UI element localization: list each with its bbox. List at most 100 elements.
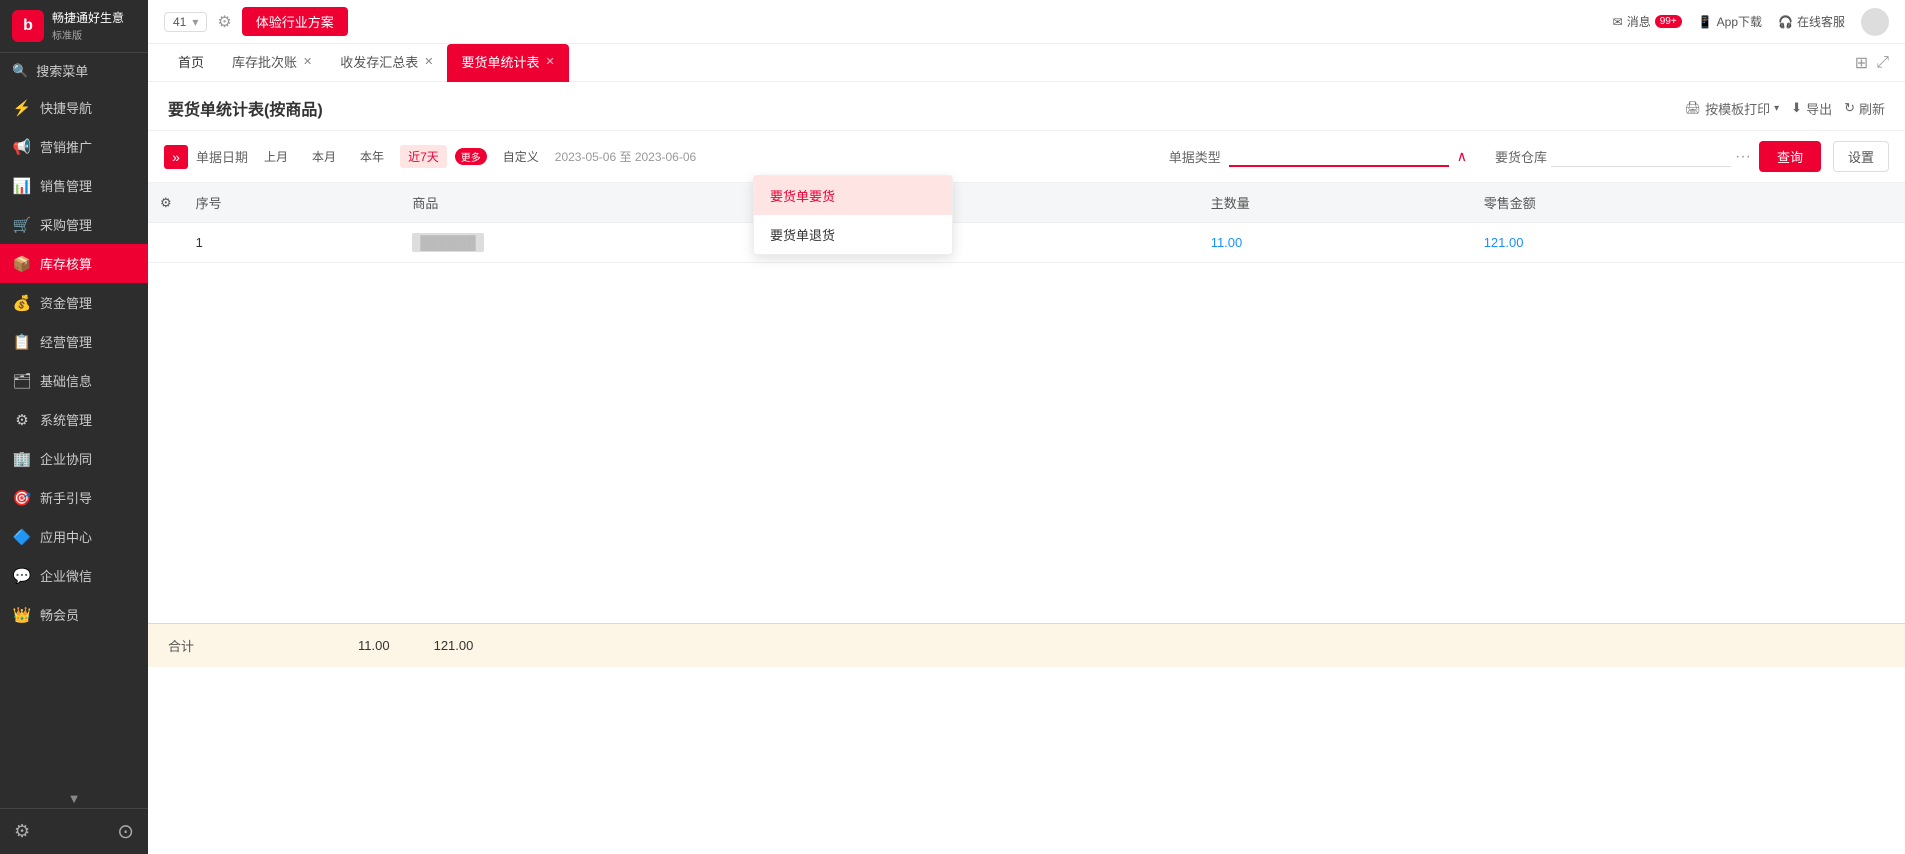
operations-icon: 📋 (12, 333, 32, 351)
query-btn[interactable]: 查询 (1759, 141, 1821, 172)
date-more-badge[interactable]: 更多 (455, 148, 487, 165)
tab-collect-summary[interactable]: 收发存汇总表 ✕ (326, 44, 447, 82)
search-icon: 🔍 (12, 63, 28, 79)
search-label: 搜索菜单 (36, 61, 88, 80)
sidebar-item-marketing[interactable]: 📢 营销推广 (0, 127, 148, 166)
company-selector[interactable]: 41 ▾ (164, 12, 207, 32)
sidebar-item-operations[interactable]: 📋 经营管理 (0, 322, 148, 361)
marketing-label: 营销推广 (40, 137, 92, 156)
type-filter-input[interactable] (1229, 146, 1449, 167)
tab-home[interactable]: 首页 (164, 44, 218, 82)
dropdown-item-order-return-label: 要货单退货 (770, 228, 835, 243)
date-btn-custom[interactable]: 自定义 (495, 145, 547, 168)
tab-order-stats[interactable]: 要货单统计表 ✕ (447, 44, 568, 82)
app-download-btn[interactable]: 📱 App下载 (1698, 13, 1762, 30)
sidebar-scroll-down[interactable]: ▼ (0, 788, 148, 808)
message-icon: ✉ (1613, 15, 1623, 29)
search-menu[interactable]: 🔍 搜索菜单 (0, 53, 148, 88)
table-cell-amount[interactable]: 121.00 (1472, 223, 1801, 263)
tab-fullscreen-icon[interactable]: ⤢ (1876, 54, 1889, 72)
system-icon: ⚙ (12, 411, 32, 429)
app-logo: b 畅捷通好生意 标准版 (0, 0, 148, 53)
dropdown-item-order-goods-label: 要货单要货 (770, 189, 835, 204)
online-service-label: 在线客服 (1797, 13, 1845, 30)
warehouse-filter-input[interactable] (1551, 147, 1731, 167)
type-filter-label: 单据类型 (1169, 147, 1221, 166)
enterprise-icon: 🏢 (12, 450, 32, 468)
app-download-icon: 📱 (1698, 15, 1713, 29)
sidebar-footer: ⚙ ⊙ (0, 808, 148, 854)
page-actions: 🖨 按模板打印 ▾ ⬇ 导出 ↻ 刷新 (1685, 99, 1885, 118)
filter-expand-icon: » (172, 149, 180, 165)
table-col-extra (1801, 183, 1905, 223)
sidebar-item-app-center[interactable]: 🔷 应用中心 (0, 517, 148, 556)
table-col-qty: 主数量 (1199, 183, 1472, 223)
tab-collect-summary-close[interactable]: ✕ (424, 55, 433, 68)
company-chevron-icon: ▾ (192, 15, 198, 29)
quick-nav-icon: ⚡ (12, 99, 32, 117)
vip-label: 畅会员 (40, 605, 79, 624)
sidebar-item-vip[interactable]: 👑 畅会员 (0, 595, 148, 634)
operations-label: 经营管理 (40, 332, 92, 351)
app-download-label: App下载 (1717, 13, 1762, 30)
vip-icon: 👑 (12, 606, 32, 624)
tab-expand-icon[interactable]: ⊞ (1855, 53, 1868, 73)
tab-inventory-batch[interactable]: 库存批次账 ✕ (218, 44, 326, 82)
tab-inventory-batch-close[interactable]: ✕ (303, 55, 312, 68)
date-btn-year[interactable]: 本年 (352, 145, 392, 168)
purchase-label: 采购管理 (40, 215, 92, 234)
app-subtitle: 标准版 (52, 27, 124, 42)
guide-icon: 🎯 (12, 489, 32, 507)
summary-label: 合计 (168, 636, 194, 655)
inventory-label: 库存核算 (40, 254, 92, 273)
trial-btn[interactable]: 体验行业方案 (242, 7, 348, 36)
topbar-left: 41 ▾ ⚙ 体验行业方案 (164, 7, 1613, 36)
sidebar-nav: ⚡ 快捷导航 📢 营销推广 📊 销售管理 🛒 采购管理 📦 库存核算 💰 资金管… (0, 88, 148, 788)
refresh-btn[interactable]: ↻ 刷新 (1844, 99, 1885, 118)
app-center-label: 应用中心 (40, 527, 92, 546)
inventory-icon: 📦 (12, 255, 32, 273)
tabbar-right: ⊞ ⤢ (1855, 53, 1889, 73)
table-cell-qty[interactable]: 11.00 (1199, 223, 1472, 263)
message-count-badge: 99+ (1655, 15, 1682, 28)
sidebar-item-quick-nav[interactable]: ⚡ 快捷导航 (0, 88, 148, 127)
print-btn[interactable]: 🖨 按模板打印 ▾ (1685, 99, 1780, 118)
date-btn-7days[interactable]: 近7天 (400, 145, 447, 168)
dropdown-item-order-goods[interactable]: 要货单要货 (754, 176, 952, 215)
date-filter-label: 单据日期 (196, 147, 248, 166)
date-btn-up[interactable]: 上月 (256, 145, 296, 168)
dropdown-item-order-return[interactable]: 要货单退货 (754, 215, 952, 254)
online-service-icon: 🎧 (1778, 15, 1793, 29)
table-col-gear[interactable]: ⚙ (148, 183, 184, 223)
avatar[interactable] (1861, 8, 1889, 36)
sidebar-item-inventory[interactable]: 📦 库存核算 (0, 244, 148, 283)
message-btn[interactable]: ✉ 消息 99+ (1613, 13, 1682, 30)
sidebar-item-system[interactable]: ⚙ 系统管理 (0, 400, 148, 439)
sidebar-item-basic-info[interactable]: 🗂 基础信息 (0, 361, 148, 400)
sales-label: 销售管理 (40, 176, 92, 195)
tab-order-stats-close[interactable]: ✕ (546, 55, 555, 68)
sidebar-item-sales[interactable]: 📊 销售管理 (0, 166, 148, 205)
sidebar-item-enterprise[interactable]: 🏢 企业协同 (0, 439, 148, 478)
filter-settings-btn[interactable]: 设置 (1833, 141, 1889, 172)
type-filter-chevron-icon[interactable]: ∧ (1457, 148, 1467, 165)
warehouse-filter-dots[interactable]: ··· (1735, 148, 1751, 166)
sidebar-settings-icon[interactable]: ⚙ (14, 821, 30, 842)
tab-order-stats-label: 要货单统计表 (461, 52, 539, 71)
table-cell-gear (148, 223, 184, 263)
date-btn-current[interactable]: 本月 (304, 145, 344, 168)
content-spacer (148, 263, 1905, 623)
topbar-settings-icon[interactable]: ⚙ (217, 12, 231, 32)
sidebar-item-finance[interactable]: 💰 资金管理 (0, 283, 148, 322)
sidebar-item-wechat[interactable]: 💬 企业微信 (0, 556, 148, 595)
filter-expand-btn[interactable]: » (164, 145, 188, 169)
purchase-icon: 🛒 (12, 216, 32, 234)
export-btn[interactable]: ⬇ 导出 (1791, 99, 1832, 118)
table-cell-product: ██████ (400, 223, 813, 263)
tab-inventory-batch-label: 库存批次账 (232, 52, 297, 71)
online-service-btn[interactable]: 🎧 在线客服 (1778, 13, 1845, 30)
sidebar-item-purchase[interactable]: 🛒 采购管理 (0, 205, 148, 244)
sidebar-collapse-icon[interactable]: ⊙ (117, 819, 134, 844)
page-container: 要货单统计表(按商品) 🖨 按模板打印 ▾ ⬇ 导出 ↻ 刷新 (148, 82, 1905, 854)
sidebar-item-guide[interactable]: 🎯 新手引导 (0, 478, 148, 517)
